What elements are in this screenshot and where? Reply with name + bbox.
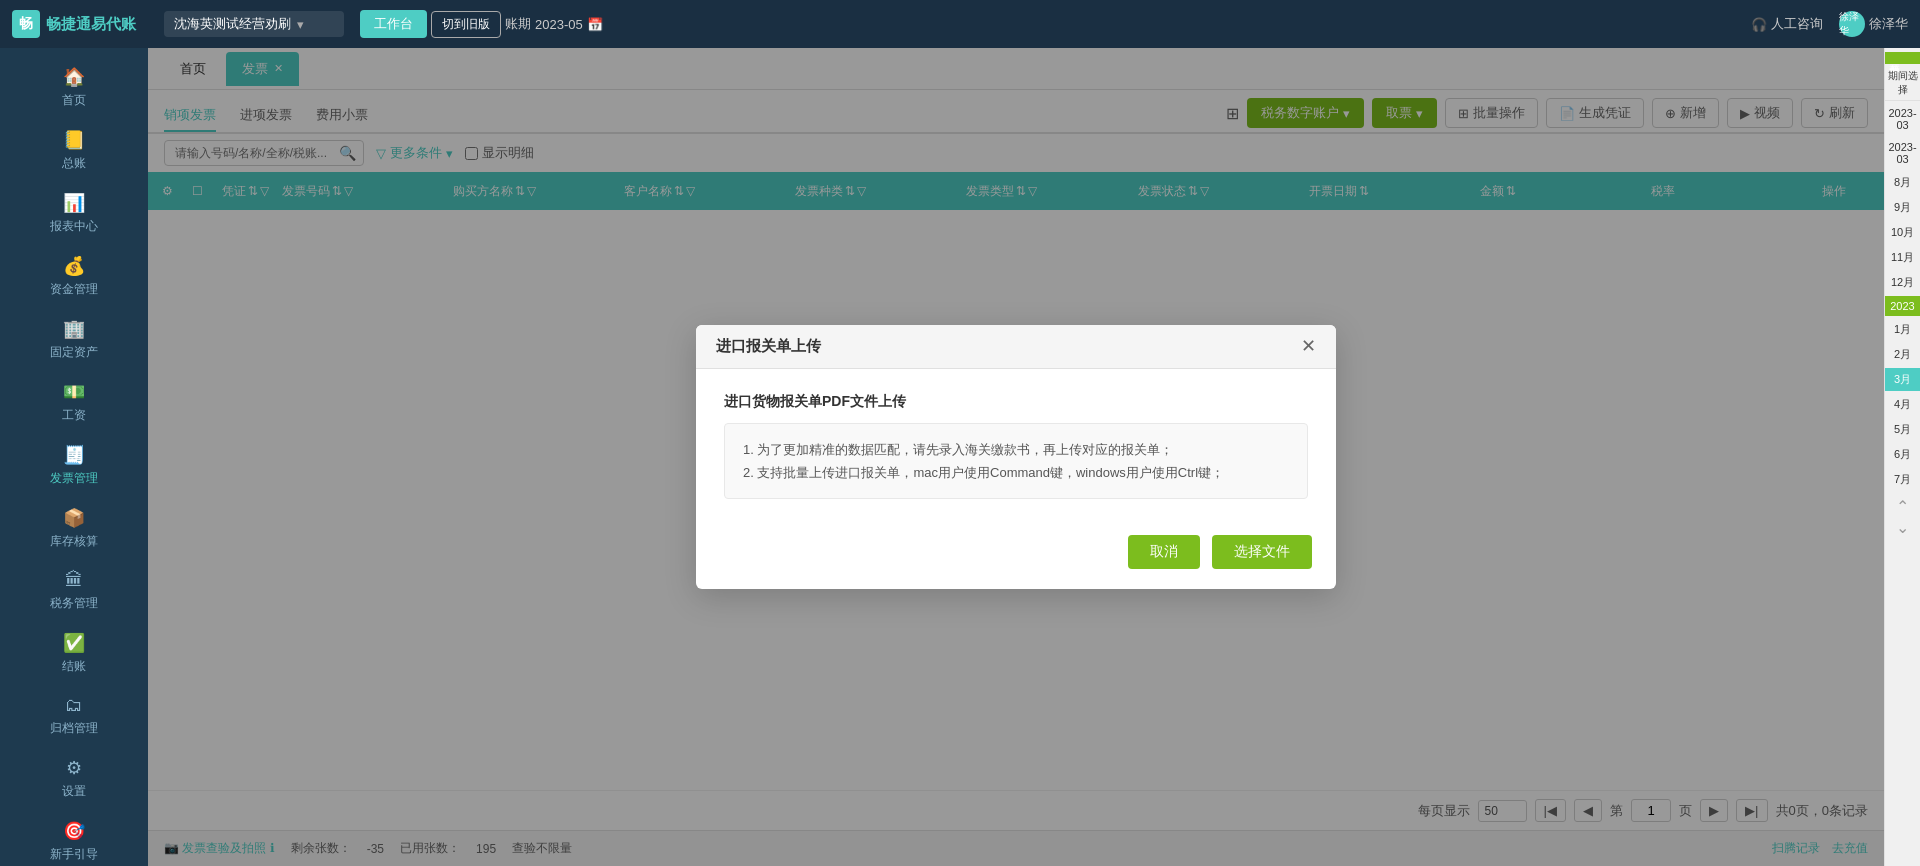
modal: 进口报关单上传 ✕ 进口货物报关单PDF文件上传 1. 为了更加精准的数据匹配，… xyxy=(696,325,1336,590)
modal-close-button[interactable]: ✕ xyxy=(1301,337,1316,355)
top-bar: 畅 畅捷通易代账 沈海英测试经营劝刷 ▾ 工作台 切到旧版 账期 2023-05… xyxy=(0,0,1920,48)
guide-icon: 🎯 xyxy=(63,820,85,842)
switch-version-button[interactable]: 切到旧版 xyxy=(431,11,501,38)
sidebar-item-guide[interactable]: 🎯 新手引导 xyxy=(0,810,148,866)
user-info[interactable]: 徐泽华 徐泽华 xyxy=(1839,11,1908,37)
period-title: 期间选择 xyxy=(1885,66,1920,101)
assets-icon: 🏢 xyxy=(63,318,85,340)
archive-icon: 🗂 xyxy=(65,695,83,716)
sidebar-item-home[interactable]: 🏠 首页 xyxy=(0,56,148,119)
period-10[interactable]: 10月 xyxy=(1885,221,1920,244)
period-8[interactable]: 8月 xyxy=(1885,171,1920,194)
modal-cancel-button[interactable]: 取消 xyxy=(1128,535,1200,569)
salary-icon: 💵 xyxy=(63,381,85,403)
sidebar-item-settings[interactable]: ⚙ 设置 xyxy=(0,747,148,810)
calendar-icon[interactable]: 📅 xyxy=(587,17,603,32)
right-panel: 开票日期 期间选择 2023-03 2023-03 8月 9月 10月 11月 … xyxy=(1884,48,1920,866)
sidebar: 🏠 首页 📒 总账 📊 报表中心 💰 资金管理 🏢 固定资产 💵 工资 🧾 发票… xyxy=(0,48,148,866)
reports-icon: 📊 xyxy=(63,192,85,214)
period-6[interactable]: 6月 xyxy=(1885,443,1920,466)
avatar: 徐泽华 xyxy=(1839,11,1865,37)
modal-footer: 取消 选择文件 xyxy=(696,523,1336,589)
invoice-page: 销项发票 进项发票 费用小票 ⊞ 税务数字账户 ▾ 取票 xyxy=(148,90,1884,866)
sidebar-item-reports[interactable]: 📊 报表中心 xyxy=(0,182,148,245)
sidebar-item-ledger[interactable]: 📒 总账 xyxy=(0,119,148,182)
period-2023-03-a[interactable]: 2023-03 xyxy=(1885,103,1920,135)
sidebar-item-settlement[interactable]: ✅ 结账 xyxy=(0,622,148,685)
fund-icon: 💰 xyxy=(63,255,85,277)
tax-icon: 🏛 xyxy=(65,570,83,591)
sidebar-item-archive[interactable]: 🗂 归档管理 xyxy=(0,685,148,747)
period-1[interactable]: 1月 xyxy=(1885,318,1920,341)
modal-header: 进口报关单上传 ✕ xyxy=(696,325,1336,369)
top-bar-right: 🎧 人工咨询 徐泽华 徐泽华 xyxy=(1751,11,1908,37)
modal-overlay[interactable]: 进口报关单上传 ✕ 进口货物报关单PDF文件上传 1. 为了更加精准的数据匹配，… xyxy=(148,90,1884,866)
help-button[interactable]: 🎧 人工咨询 xyxy=(1751,15,1823,33)
collapse-panel-down[interactable]: ⌄ xyxy=(1896,518,1909,537)
ledger-icon: 📒 xyxy=(63,129,85,151)
modal-body: 进口货物报关单PDF文件上传 1. 为了更加精准的数据匹配，请先录入海关缴款书，… xyxy=(696,369,1336,524)
period-3[interactable]: 3月 xyxy=(1885,368,1920,391)
settlement-icon: ✅ xyxy=(63,632,85,654)
inventory-icon: 📦 xyxy=(63,507,85,529)
period-7[interactable]: 7月 xyxy=(1885,468,1920,491)
app-name: 畅捷通易代账 xyxy=(46,15,136,34)
period-11[interactable]: 11月 xyxy=(1885,246,1920,269)
workspace-button[interactable]: 工作台 xyxy=(360,10,427,38)
chevron-up-icon: ⌃ xyxy=(1896,498,1909,515)
chevron-down-icon: ▾ xyxy=(297,17,304,32)
period-label: 账期 2023-05 📅 xyxy=(505,15,603,33)
sidebar-item-tax[interactable]: 🏛 税务管理 xyxy=(0,560,148,622)
period-5[interactable]: 5月 xyxy=(1885,418,1920,441)
period-2023-year[interactable]: 2023 xyxy=(1885,296,1920,316)
settings-icon: ⚙ xyxy=(66,757,82,779)
modal-select-file-button[interactable]: 选择文件 xyxy=(1212,535,1312,569)
modal-section-title: 进口货物报关单PDF文件上传 xyxy=(724,393,1308,411)
collapse-panel-up[interactable]: ⌃ xyxy=(1896,497,1909,516)
period-2[interactable]: 2月 xyxy=(1885,343,1920,366)
period-12[interactable]: 12月 xyxy=(1885,271,1920,294)
open-date-button[interactable]: 开票日期 xyxy=(1885,52,1920,64)
company-selector[interactable]: 沈海英测试经营劝刷 ▾ xyxy=(164,11,344,37)
headset-icon: 🎧 xyxy=(1751,17,1767,32)
sidebar-item-salary[interactable]: 💵 工资 xyxy=(0,371,148,434)
sidebar-item-assets[interactable]: 🏢 固定资产 xyxy=(0,308,148,371)
logo-icon: 畅 xyxy=(12,10,40,38)
modal-info-box: 1. 为了更加精准的数据匹配，请先录入海关缴款书，再上传对应的报关单； 2. 支… xyxy=(724,423,1308,500)
period-9[interactable]: 9月 xyxy=(1885,196,1920,219)
list-item: 2. 支持批量上传进口报关单，mac用户使用Command键，windows用户… xyxy=(743,461,1289,484)
company-name: 沈海英测试经营劝刷 xyxy=(174,15,291,33)
main-content: 首页 发票 ✕ 销项发票 进项发票 费用小票 xyxy=(148,48,1884,866)
list-item: 1. 为了更加精准的数据匹配，请先录入海关缴款书，再上传对应的报关单； xyxy=(743,438,1289,461)
sidebar-item-fund[interactable]: 💰 资金管理 xyxy=(0,245,148,308)
invoice-icon: 🧾 xyxy=(63,444,85,466)
sidebar-item-inventory[interactable]: 📦 库存核算 xyxy=(0,497,148,560)
period-2023-03-b[interactable]: 2023-03 xyxy=(1885,137,1920,169)
app-logo: 畅 畅捷通易代账 xyxy=(12,10,152,38)
modal-info-list: 1. 为了更加精准的数据匹配，请先录入海关缴款书，再上传对应的报关单； 2. 支… xyxy=(743,438,1289,485)
period-4[interactable]: 4月 xyxy=(1885,393,1920,416)
modal-title: 进口报关单上传 xyxy=(716,337,821,356)
home-icon: 🏠 xyxy=(63,66,85,88)
layout: 🏠 首页 📒 总账 📊 报表中心 💰 资金管理 🏢 固定资产 💵 工资 🧾 发票… xyxy=(0,48,1920,866)
chevron-down-icon: ⌄ xyxy=(1896,519,1909,536)
sidebar-item-invoice[interactable]: 🧾 发票管理 xyxy=(0,434,148,497)
